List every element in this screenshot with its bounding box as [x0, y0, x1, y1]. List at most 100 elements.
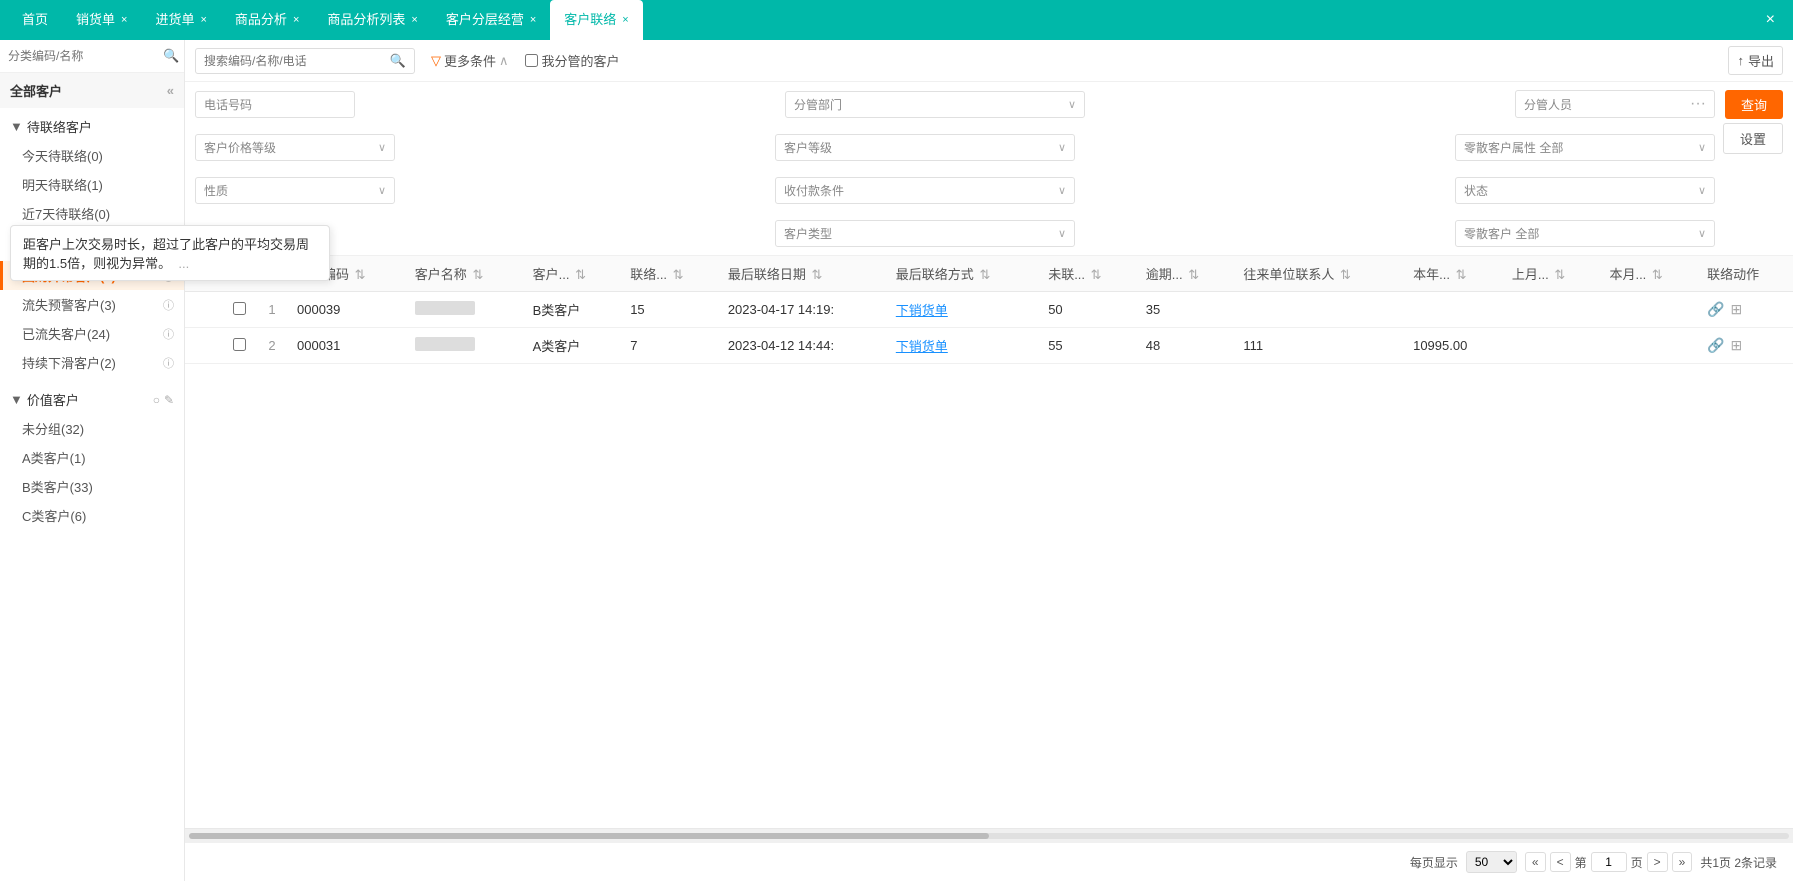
nav-home[interactable]: 首页 — [8, 0, 62, 40]
sidebar-item-ungroup[interactable]: 未分组(32) — [0, 414, 184, 443]
last-page-button[interactable]: » — [1672, 852, 1693, 872]
tooltip-more-icon[interactable]: ... — [178, 256, 189, 271]
sidebar-pending-group[interactable]: ▼ 待联络客户 — [0, 112, 184, 141]
row2-checkbox[interactable] — [233, 338, 246, 351]
sidebar-item-decline[interactable]: 持续下滑客户(2) ⓘ — [0, 348, 184, 377]
col-this-year[interactable]: 本年... ⇅ — [1403, 256, 1502, 292]
sidebar-item-tomorrow[interactable]: 明天待联络(1) — [0, 170, 184, 199]
sidebar-item-lost[interactable]: 已流失客户(24) ⓘ — [0, 319, 184, 348]
my-customers-checkbox[interactable] — [525, 54, 538, 67]
col-last-month[interactable]: 上月... ⇅ — [1502, 256, 1600, 292]
nav-sales[interactable]: 销货单 × — [62, 0, 141, 40]
row1-checkbox[interactable] — [233, 302, 246, 315]
sidebar-item-type-c[interactable]: C类客户(6) — [0, 501, 184, 530]
nav-customer-contact[interactable]: 客户联络 × — [550, 0, 642, 40]
row1-link-icon[interactable]: 🔗 — [1707, 301, 1724, 318]
row2-last-method[interactable]: 下销货单 — [886, 328, 1038, 364]
col-cust-type[interactable]: 客户... ⇅ — [523, 256, 621, 292]
filter-phone[interactable]: 电话号码 — [195, 91, 355, 118]
sort-thisyear-icon[interactable]: ⇅ — [1456, 267, 1467, 282]
nav-customer-contact-close[interactable]: × — [622, 0, 628, 40]
sort-lastdate-icon[interactable]: ⇅ — [811, 267, 822, 282]
sidebar-item-type-b[interactable]: B类客户(33) — [0, 472, 184, 501]
nav-customer-layer-close[interactable]: × — [530, 0, 536, 40]
filter-scatter-attr[interactable]: 零散客户属性 全部 ∨ — [1455, 134, 1715, 161]
search-input[interactable] — [204, 54, 386, 68]
row2-contact-count: 7 — [620, 328, 718, 364]
row2-link-icon[interactable]: 🔗 — [1707, 337, 1724, 354]
row2-last-method-link[interactable]: 下销货单 — [896, 339, 948, 354]
filter-price-level[interactable]: 客户价格等级 ∨ — [195, 134, 395, 161]
sidebar-item-week7[interactable]: 近7天待联络(0) — [0, 199, 184, 228]
sort-nocontact-icon[interactable]: ⇅ — [1091, 267, 1102, 282]
first-page-button[interactable]: « — [1525, 852, 1546, 872]
sidebar-value-group[interactable]: ▼ 价值客户 ○ ✎ — [0, 385, 184, 414]
query-button[interactable]: 查询 — [1725, 90, 1783, 119]
row1-grid-icon[interactable]: ⊞ — [1731, 301, 1743, 318]
nav-goods-analysis[interactable]: 商品分析 × — [221, 0, 313, 40]
sort-code-icon[interactable]: ⇅ — [355, 267, 366, 282]
sort-overdue-icon[interactable]: ⇅ — [1188, 267, 1199, 282]
row2-check[interactable] — [221, 328, 257, 364]
next-page-button[interactable]: > — [1647, 852, 1668, 872]
per-page-select[interactable]: 50 100 200 — [1466, 851, 1517, 873]
sort-lastmethod-icon[interactable]: ⇅ — [979, 267, 990, 282]
sort-contactperson-icon[interactable]: ⇅ — [1340, 267, 1351, 282]
nav-purchase[interactable]: 进货单 × — [141, 0, 220, 40]
page-number-input[interactable] — [1591, 852, 1627, 872]
row1-last-method-link[interactable]: 下销货单 — [896, 303, 948, 318]
nav-goods-list-close[interactable]: × — [411, 0, 417, 40]
sidebar-search-icon[interactable]: 🔍 — [163, 48, 179, 64]
sort-name-icon[interactable]: ⇅ — [472, 267, 483, 282]
col-overdue[interactable]: 逾期... ⇅ — [1136, 256, 1234, 292]
filter-cust-type-label: 客户类型 — [784, 225, 1050, 242]
scrollbar-thumb[interactable] — [189, 833, 989, 839]
col-contact-person[interactable]: 往来单位联系人 ⇅ — [1233, 256, 1403, 292]
decline-info-icon[interactable]: ⓘ — [163, 355, 174, 371]
sidebar-search-input[interactable] — [8, 49, 163, 63]
sidebar-collapse-button[interactable]: « — [167, 83, 174, 98]
filter-payment[interactable]: 收付款条件 ∨ — [775, 177, 1075, 204]
filter-person[interactable]: 分管人员 ··· — [1515, 90, 1715, 118]
window-close-button[interactable]: × — [1756, 11, 1785, 29]
sort-contact-icon[interactable]: ⇅ — [673, 267, 684, 282]
nav-goods-analysis-close[interactable]: × — [293, 0, 299, 40]
col-this-month[interactable]: 本月... ⇅ — [1599, 256, 1697, 292]
nav-customer-layer[interactable]: 客户分层经营 × — [432, 0, 550, 40]
more-filter-button[interactable]: ▽ 更多条件 ∧ — [423, 47, 517, 74]
person-dots-icon[interactable]: ··· — [1690, 95, 1706, 113]
lost-info-icon[interactable]: ⓘ — [163, 326, 174, 342]
loss-warning-info-icon[interactable]: ⓘ — [163, 297, 174, 313]
filter-nature[interactable]: 性质 ∨ — [195, 177, 395, 204]
scrollbar-track[interactable] — [189, 833, 1789, 839]
col-name[interactable]: 客户名称 ⇅ — [405, 256, 523, 292]
sort-lastmonth-icon[interactable]: ⇅ — [1554, 267, 1565, 282]
col-no-contact[interactable]: 未联... ⇅ — [1038, 256, 1136, 292]
sidebar-item-loss-warning[interactable]: 流失预警客户(3) ⓘ — [0, 290, 184, 319]
filter-cust-level[interactable]: 客户等级 ∨ — [775, 134, 1075, 161]
row2-grid-icon[interactable]: ⊞ — [1731, 337, 1743, 354]
sidebar-item-type-a[interactable]: A类客户(1) — [0, 443, 184, 472]
filter-scatter[interactable]: 零散客户 全部 ∨ — [1455, 220, 1715, 247]
col-last-method[interactable]: 最后联络方式 ⇅ — [886, 256, 1038, 292]
sort-custtype-icon[interactable]: ⇅ — [575, 267, 586, 282]
nav-goods-list[interactable]: 商品分析列表 × — [313, 0, 431, 40]
filter-cust-type[interactable]: 客户类型 ∨ — [775, 220, 1075, 247]
export-button[interactable]: ↑ 导出 — [1728, 46, 1783, 75]
col-contact-count[interactable]: 联络... ⇅ — [620, 256, 718, 292]
value-edit-icon[interactable]: ○ — [153, 393, 160, 407]
setting-button[interactable]: 设置 — [1723, 123, 1783, 154]
filter-dept[interactable]: 分管部门 ∨ — [785, 91, 1085, 118]
search-icon-button[interactable]: 🔍 — [390, 53, 406, 69]
row1-check[interactable] — [221, 292, 257, 328]
sidebar-item-today[interactable]: 今天待联络(0) — [0, 141, 184, 170]
horizontal-scrollbar[interactable] — [185, 828, 1793, 842]
nav-sales-close[interactable]: × — [121, 0, 127, 40]
col-last-date[interactable]: 最后联络日期 ⇅ — [718, 256, 886, 292]
filter-status[interactable]: 状态 ∨ — [1455, 177, 1715, 204]
nav-purchase-close[interactable]: × — [200, 0, 206, 40]
row1-last-method[interactable]: 下销货单 — [886, 292, 1038, 328]
prev-page-button[interactable]: < — [1550, 852, 1571, 872]
sort-thismonth-icon[interactable]: ⇅ — [1652, 267, 1663, 282]
value-settings-icon[interactable]: ✎ — [164, 393, 174, 407]
